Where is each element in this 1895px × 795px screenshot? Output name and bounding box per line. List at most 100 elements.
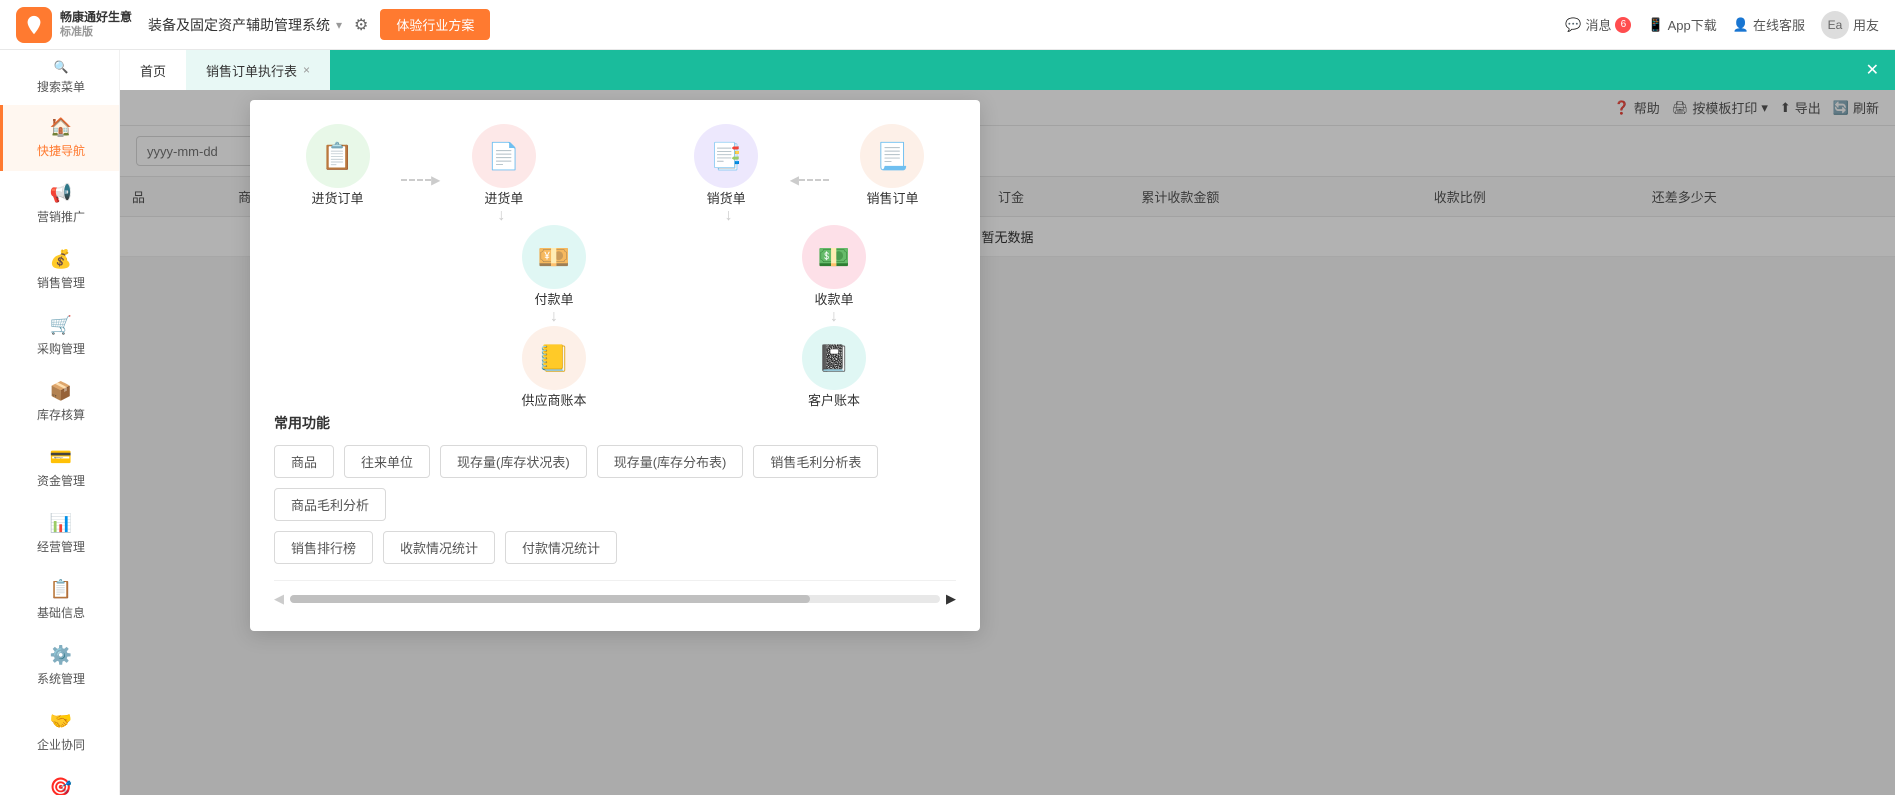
empty-2 bbox=[404, 207, 436, 225]
customer-ledger-label: 客户账本 bbox=[808, 390, 860, 409]
receipt-icon: 💵 bbox=[818, 242, 850, 273]
logo-area: 畅康通好生意 标准版 bbox=[16, 7, 136, 43]
sales-icon: 📑 bbox=[710, 141, 742, 172]
sales-circle: 📑 bbox=[694, 124, 758, 188]
btn-stock-dist[interactable]: 现存量(库存分布表) bbox=[597, 445, 744, 478]
btn-sales-rank[interactable]: 销售排行榜 bbox=[274, 531, 373, 564]
operations-icon: 📊 bbox=[50, 513, 72, 534]
sidebar-item-collab[interactable]: 🤝 企业协同 bbox=[0, 699, 119, 765]
btn-product[interactable]: 商品 bbox=[274, 445, 334, 478]
logo-text: 畅康通好生意 标准版 bbox=[60, 10, 132, 40]
row-3: 💴 付款单 💵 收款单 bbox=[274, 225, 956, 308]
sidebar-search[interactable]: 🔍 搜索菜单 bbox=[0, 50, 119, 105]
purchase-label: 进货单 bbox=[484, 188, 523, 207]
marketing-icon: 📢 bbox=[50, 183, 72, 204]
sales-order-circle: 📃 bbox=[860, 124, 924, 188]
basic-icon: 📋 bbox=[50, 579, 72, 600]
system-title: 装备及固定资产辅助管理系统 ▾ bbox=[148, 15, 342, 35]
page-content: ❓ 帮助 🖨 按模板打印 ▾ ⬆ 导出 🔄 刷新 bbox=[120, 90, 1895, 795]
logo-icon bbox=[16, 7, 52, 43]
supplier-ledger-circle: 📒 bbox=[522, 326, 586, 390]
common-title: 常用功能 bbox=[274, 413, 956, 433]
sidebar-item-sales[interactable]: 💰 销售管理 bbox=[0, 237, 119, 303]
row-5: 📒 供应商账本 📓 客户账本 bbox=[274, 326, 956, 409]
sidebar-item-finance[interactable]: 💳 资金管理 bbox=[0, 435, 119, 501]
btn-sales-profit[interactable]: 销售毛利分析表 bbox=[753, 445, 878, 478]
common-buttons-row2: 销售排行榜 收款情况统计 付款情况统计 bbox=[274, 531, 956, 564]
payment-label: 付款单 bbox=[534, 289, 573, 308]
guide-icon: 🎯 bbox=[50, 777, 72, 795]
sales-icon: 💰 bbox=[50, 249, 72, 270]
flow-node-sales[interactable]: 📑 销货单 bbox=[663, 124, 790, 207]
flow-node-customer-ledger[interactable]: 📓 客户账本 bbox=[754, 326, 914, 409]
flow-node-payment[interactable]: 💴 付款单 bbox=[474, 225, 634, 308]
inventory-icon: 📦 bbox=[50, 381, 72, 402]
common-buttons: 商品 往来单位 现存量(库存状况表) 现存量(库存分布表) 销售毛利分析表 商品… bbox=[274, 445, 956, 521]
sidebar-item-system[interactable]: ⚙️ 系统管理 bbox=[0, 633, 119, 699]
btn-partner[interactable]: 往来单位 bbox=[344, 445, 430, 478]
purchase-order-icon: 📋 bbox=[321, 141, 353, 172]
purchase-icon: 📄 bbox=[488, 141, 520, 172]
arrow-down-sales: ↓ bbox=[664, 207, 794, 225]
flow-node-purchase-order[interactable]: 📋 进货订单 bbox=[274, 124, 401, 207]
avatar: Ea bbox=[1821, 11, 1849, 39]
sidebar-item-inventory[interactable]: 📦 库存核算 bbox=[0, 369, 119, 435]
tab-close-icon[interactable]: × bbox=[303, 63, 310, 77]
payment-icon: 💴 bbox=[538, 242, 570, 273]
sidebar: 🔍 搜索菜单 🏠 快捷导航 📢 营销推广 💰 销售管理 🛒 采购管理 📦 bbox=[0, 50, 120, 795]
online-service-button[interactable]: 👤 在线客服 bbox=[1733, 15, 1805, 34]
flow-node-purchase[interactable]: 📄 进货单 bbox=[440, 124, 567, 207]
empty-7 bbox=[634, 308, 754, 326]
sales-label: 销货单 bbox=[707, 188, 746, 207]
search-icon: 🔍 bbox=[54, 60, 69, 74]
purchase-order-label: 进货订单 bbox=[312, 188, 364, 207]
sidebar-item-marketing[interactable]: 📢 营销推广 bbox=[0, 171, 119, 237]
purchase-icon: 🛒 bbox=[50, 315, 72, 336]
user-avatar-button[interactable]: Ea 用友 bbox=[1821, 11, 1879, 39]
tab-home[interactable]: 首页 bbox=[120, 50, 186, 90]
scrollbar-track[interactable] bbox=[290, 595, 940, 603]
home-icon: 🏠 bbox=[50, 117, 72, 138]
sidebar-item-basic[interactable]: 📋 基础信息 bbox=[0, 567, 119, 633]
service-icon: 👤 bbox=[1733, 17, 1749, 33]
scroll-left-icon[interactable]: ◀ bbox=[274, 591, 284, 607]
empty-4 bbox=[794, 207, 826, 225]
system-dropdown-icon[interactable]: ▾ bbox=[336, 18, 342, 32]
empty-3 bbox=[566, 207, 663, 225]
arrow-down-receipt: ↓ bbox=[754, 308, 914, 326]
btn-receipt-stat[interactable]: 收款情况统计 bbox=[383, 531, 495, 564]
trial-button[interactable]: 体验行业方案 bbox=[380, 9, 490, 40]
flow-node-receipt[interactable]: 💵 收款单 bbox=[754, 225, 914, 308]
arrow-1: ▶ bbox=[401, 173, 440, 187]
btn-stock-status[interactable]: 现存量(库存状况表) bbox=[440, 445, 587, 478]
arrow-down-payment: ↓ bbox=[474, 308, 634, 326]
sales-order-icon: 📃 bbox=[876, 141, 908, 172]
empty-5 bbox=[826, 207, 956, 225]
settings-icon[interactable]: ⚙ bbox=[354, 15, 368, 35]
purchase-order-circle: 📋 bbox=[306, 124, 370, 188]
scroll-right-icon[interactable]: ▶ bbox=[946, 591, 956, 607]
popup-scrollbar: ◀ ▶ bbox=[274, 580, 956, 607]
sidebar-item-quicknav[interactable]: 🏠 快捷导航 bbox=[0, 105, 119, 171]
sidebar-item-purchase[interactable]: 🛒 采购管理 bbox=[0, 303, 119, 369]
sidebar-item-guide[interactable]: 🎯 新手引导 bbox=[0, 765, 119, 795]
flow-node-supplier-ledger[interactable]: 📒 供应商账本 bbox=[474, 326, 634, 409]
arrow-2: ◀ bbox=[790, 173, 829, 187]
btn-product-profit[interactable]: 商品毛利分析 bbox=[274, 488, 386, 521]
arrow-row-4: ↓ ↓ bbox=[274, 308, 956, 326]
header-right: 💬 消息 6 📱 App下载 👤 在线客服 Ea 用友 bbox=[1565, 11, 1879, 39]
arrow-down-purchase: ↓ bbox=[436, 207, 566, 225]
purchase-circle: 📄 bbox=[472, 124, 536, 188]
popup-panel: 📋 进货订单 ▶ bbox=[250, 100, 980, 631]
flow-node-sales-order[interactable]: 📃 销售订单 bbox=[829, 124, 956, 207]
supplier-ledger-label: 供应商账本 bbox=[521, 390, 586, 409]
customer-ledger-circle: 📓 bbox=[802, 326, 866, 390]
btn-payment-stat[interactable]: 付款情况统计 bbox=[505, 531, 617, 564]
tab-sales-order[interactable]: 销售订单执行表 × bbox=[186, 50, 330, 90]
download-icon: 📱 bbox=[1647, 17, 1663, 33]
empty-1 bbox=[274, 207, 404, 225]
sidebar-item-operations[interactable]: 📊 经营管理 bbox=[0, 501, 119, 567]
app-download-button[interactable]: 📱 App下载 bbox=[1647, 15, 1716, 34]
message-button[interactable]: 💬 消息 6 bbox=[1565, 15, 1631, 34]
tab-bar-close-button[interactable]: ✕ bbox=[1850, 60, 1895, 80]
